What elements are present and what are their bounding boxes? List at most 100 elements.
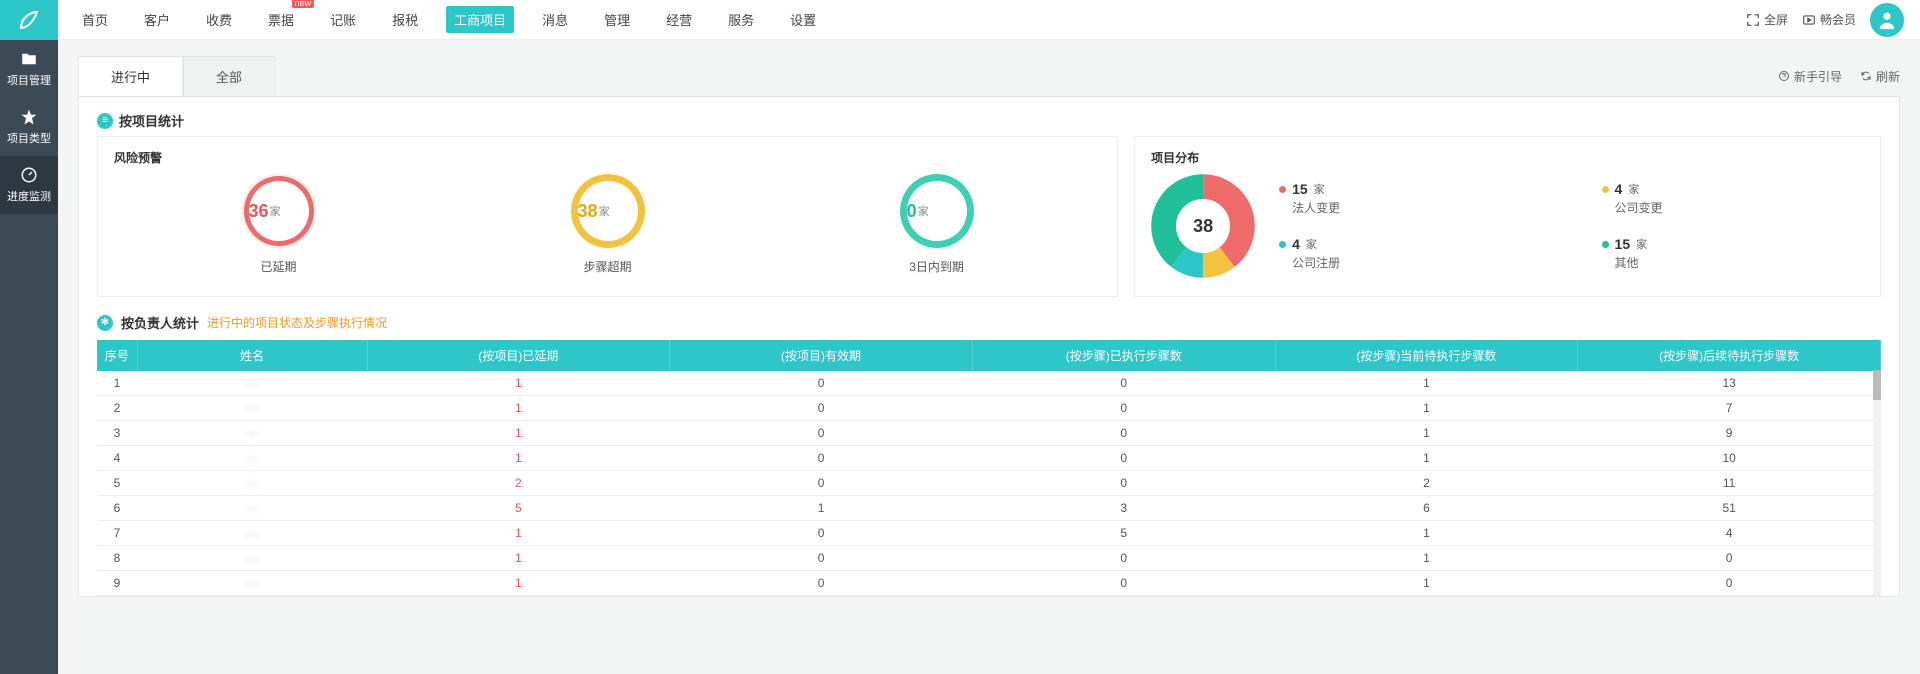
donut-total: 38 <box>1177 200 1229 252</box>
responsible-note: 进行中的项目状态及步骤执行情况 <box>207 314 387 331</box>
topnav-item[interactable]: 服务 <box>720 6 762 33</box>
fullscreen-button[interactable]: 全屏 <box>1746 11 1788 28</box>
risk-unit: 家 <box>599 203 610 219</box>
legend-unit: 家 <box>1628 181 1639 197</box>
topnav-item[interactable]: 记账 <box>322 6 364 33</box>
legend-name: 公司变更 <box>1615 199 1864 216</box>
star-icon <box>20 108 38 126</box>
guide-label: 新手引导 <box>1794 68 1842 85</box>
distribution-card: 项目分布 38 15家法人变更4家公司变更4家公司注册15家其他 <box>1134 136 1881 297</box>
topnav: 首页客户收费票据new 记账报税工商项目消息管理经营服务设置 全屏 畅会员 <box>58 0 1920 40</box>
sidebar-item-project-manage[interactable]: 项目管理 <box>0 40 58 98</box>
legend-dot-icon <box>1602 241 1609 248</box>
risk-count: 0 <box>907 201 917 222</box>
stats-icon: ≡ <box>97 113 113 129</box>
table-row[interactable]: 8—10010 <box>97 546 1881 571</box>
donut-chart: 38 <box>1151 174 1255 278</box>
legend-name: 法人变更 <box>1292 199 1541 216</box>
page-tabs: 进行中 全部 <box>78 56 275 96</box>
risk-card-title: 风险预警 <box>114 149 1101 166</box>
topnav-item[interactable]: 收费 <box>198 6 240 33</box>
risk-circle[interactable]: 36家已延期 <box>242 174 316 275</box>
risk-count: 38 <box>578 201 598 222</box>
topnav-item[interactable]: 管理 <box>596 6 638 33</box>
risk-label: 已延期 <box>261 258 297 275</box>
topnav-item[interactable]: 工商项目 <box>446 6 514 33</box>
member-button[interactable]: 畅会员 <box>1802 11 1856 28</box>
user-icon <box>1876 9 1898 31</box>
table-row[interactable]: 3—10019 <box>97 421 1881 446</box>
table-row[interactable]: 2—10017 <box>97 396 1881 421</box>
table-row[interactable]: 5—200211 <box>97 471 1881 496</box>
legend-count: 15 <box>1292 181 1308 197</box>
legend-item[interactable]: 15 家其他 <box>1602 236 1864 271</box>
risk-label: 3日内到期 <box>909 258 964 275</box>
topnav-item[interactable]: 设置 <box>782 6 824 33</box>
project-stats-title: ≡ 按项目统计 <box>97 111 1881 130</box>
distribution-card-title: 项目分布 <box>1151 149 1864 166</box>
legend-unit: 家 <box>1306 236 1317 252</box>
sidebar-item-label: 进度监测 <box>7 188 51 204</box>
legend-dot-icon <box>1602 186 1609 193</box>
table-header: (按步骤)后续待执行步骤数 <box>1578 340 1881 371</box>
member-label: 畅会员 <box>1820 11 1856 28</box>
folder-icon <box>20 50 38 68</box>
guide-button[interactable]: 新手引导 <box>1778 68 1842 85</box>
table-row[interactable]: 4—100110 <box>97 446 1881 471</box>
sidebar-item-project-type[interactable]: 项目类型 <box>0 98 58 156</box>
risk-card: 风险预警 36家已延期38家步骤超期0家3日内到期 <box>97 136 1118 297</box>
help-icon <box>1778 70 1790 82</box>
risk-label: 步骤超期 <box>584 258 632 275</box>
logo[interactable] <box>0 0 58 40</box>
topnav-item[interactable]: 客户 <box>136 6 178 33</box>
avatar[interactable] <box>1870 3 1904 37</box>
legend-count: 4 <box>1292 236 1300 252</box>
tab-all[interactable]: 全部 <box>183 56 275 96</box>
legend-dot-icon <box>1279 241 1286 248</box>
refresh-label: 刷新 <box>1876 68 1900 85</box>
topnav-item[interactable]: 报税 <box>384 6 426 33</box>
refresh-icon <box>1860 70 1872 82</box>
legend-name: 其他 <box>1615 254 1864 271</box>
scrollbar-track[interactable] <box>1873 370 1881 596</box>
risk-unit: 家 <box>918 203 929 219</box>
legend-item[interactable]: 4家公司变更 <box>1602 181 1864 216</box>
risk-unit: 家 <box>270 203 281 219</box>
sidebar-item-progress-monitor[interactable]: 进度监测 <box>0 156 58 214</box>
risk-circle[interactable]: 38家步骤超期 <box>571 174 645 275</box>
legend-count: 4 <box>1615 181 1623 197</box>
table-header: 姓名 <box>137 340 367 371</box>
legend-unit: 家 <box>1636 236 1647 252</box>
topnav-item[interactable]: 经营 <box>658 6 700 33</box>
legend-count: 15 <box>1615 236 1631 252</box>
fullscreen-icon <box>1746 13 1760 27</box>
legend-unit: 家 <box>1314 181 1325 197</box>
table-row[interactable]: 7—10514 <box>97 521 1881 546</box>
sidebar-item-label: 项目类型 <box>7 130 51 146</box>
legend-item[interactable]: 15 家法人变更 <box>1279 181 1541 216</box>
table-row[interactable]: 9—10010 <box>97 571 1881 596</box>
sidebar: 项目管理 项目类型 进度监测 <box>0 0 58 674</box>
topnav-item[interactable]: 首页 <box>74 6 116 33</box>
topnav-item[interactable]: 票据new <box>260 6 302 33</box>
play-rect-icon <box>1802 13 1816 27</box>
table-row[interactable]: 1—100113 <box>97 371 1881 396</box>
gauge-icon <box>20 166 38 184</box>
legend-item[interactable]: 4家公司注册 <box>1279 236 1541 271</box>
table-header: (按步骤)当前待执行步骤数 <box>1275 340 1578 371</box>
table-header: (按步骤)已执行步骤数 <box>972 340 1275 371</box>
person-icon: ✱ <box>97 315 113 331</box>
sidebar-item-label: 项目管理 <box>7 72 51 88</box>
table-row[interactable]: 6—513651 <box>97 496 1881 521</box>
new-badge: new <box>292 0 315 8</box>
topnav-item[interactable]: 消息 <box>534 6 576 33</box>
tab-in-progress[interactable]: 进行中 <box>78 56 183 96</box>
project-stats-title-text: 按项目统计 <box>119 111 184 130</box>
legend-name: 公司注册 <box>1292 254 1541 271</box>
refresh-button[interactable]: 刷新 <box>1860 68 1900 85</box>
scrollbar-thumb[interactable] <box>1873 370 1881 400</box>
table-header: (按项目)有效期 <box>670 340 973 371</box>
risk-count: 36 <box>249 201 269 222</box>
legend-dot-icon <box>1279 186 1286 193</box>
risk-circle[interactable]: 0家 3日内到期 <box>900 174 974 275</box>
